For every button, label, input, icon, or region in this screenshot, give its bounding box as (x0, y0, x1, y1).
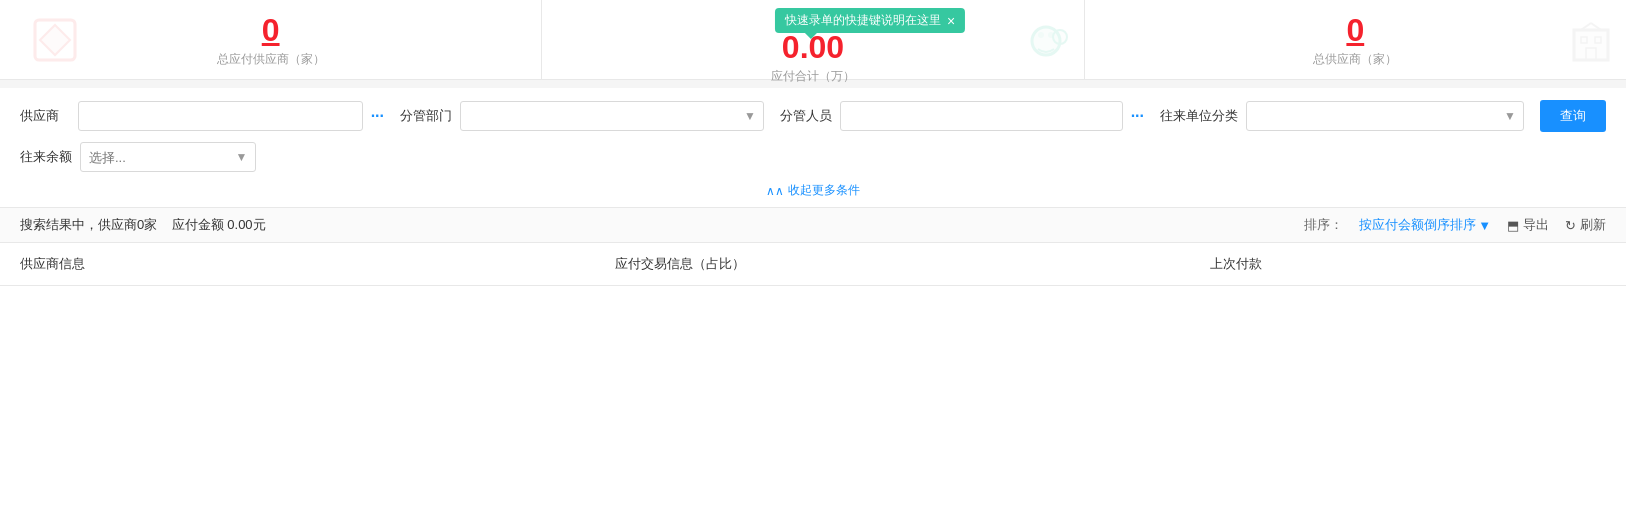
stat-suppliers-number[interactable]: 0 (1313, 11, 1397, 49)
export-icon: ⬒ (1507, 218, 1519, 233)
filter-row-2: 往来余额 ▼ (20, 142, 1606, 172)
col-payment-header: 上次付款 (1210, 255, 1607, 273)
export-label: 导出 (1523, 216, 1549, 234)
collapse-up-icon: ∧∧ (766, 184, 784, 198)
building-icon (1566, 15, 1616, 65)
stat-payable-total: 快速录单的快捷键说明在这里 × 0.00 应付合计（万） (542, 0, 1084, 79)
supplier-ellipsis[interactable]: ··· (371, 107, 384, 125)
svg-point-5 (1048, 32, 1054, 38)
svg-marker-1 (40, 25, 70, 55)
stat-payable-label: 总应付供应商（家） (217, 51, 325, 68)
svg-point-3 (1053, 30, 1067, 44)
department-input[interactable] (460, 101, 764, 131)
tooltip-text: 快速录单的快捷键说明在这里 (785, 12, 941, 29)
sort-select[interactable]: 按应付会额倒序排序 ▼ (1359, 216, 1491, 234)
filter-supplier: 供应商 ··· (20, 101, 384, 131)
unit-type-label: 往来单位分类 (1160, 107, 1238, 125)
department-dropdown-icon: ▼ (744, 109, 756, 123)
refresh-label: 刷新 (1580, 216, 1606, 234)
tooltip-close-button[interactable]: × (947, 14, 955, 28)
department-input-wrapper: ▼ (460, 101, 764, 131)
result-amount: 应付金额 0.00元 (172, 217, 266, 232)
unit-type-input-wrapper: ▼ (1246, 101, 1524, 131)
sort-chevron-icon: ▼ (1478, 218, 1491, 233)
export-button[interactable]: ⬒ 导出 (1507, 216, 1549, 234)
result-bar: 搜索结果中，供应商0家 应付金额 0.00元 排序： 按应付会额倒序排序 ▼ ⬒… (0, 208, 1626, 243)
balance-input[interactable] (80, 142, 256, 172)
sort-value: 按应付会额倒序排序 (1359, 216, 1476, 234)
filter-section: 供应商 ··· 分管部门 ▼ 分管人员 ··· 往来单位分类 (0, 88, 1626, 208)
balance-input-wrapper: ▼ (80, 142, 256, 172)
diamond-icon (30, 15, 80, 65)
refresh-icon: ↻ (1565, 218, 1576, 233)
top-stats-bar: 0 总应付供应商（家） 快速录单的快捷键说明在这里 × 0.00 应付合计（万） (0, 0, 1626, 80)
stat-suppliers-label: 总供应商（家） (1313, 51, 1397, 68)
collapse-row: ∧∧ 收起更多条件 (20, 182, 1606, 199)
filter-row-1: 供应商 ··· 分管部门 ▼ 分管人员 ··· 往来单位分类 (20, 100, 1606, 132)
result-actions: 排序： 按应付会额倒序排序 ▼ ⬒ 导出 ↻ 刷新 (1304, 216, 1606, 234)
person-ellipsis[interactable]: ··· (1131, 107, 1144, 125)
department-label: 分管部门 (400, 107, 452, 125)
col-supplier-header: 供应商信息 (20, 255, 615, 273)
tooltip-bubble: 快速录单的快捷键说明在这里 × (775, 8, 965, 33)
table-body (0, 286, 1626, 515)
svg-point-4 (1038, 32, 1044, 38)
query-button[interactable]: 查询 (1540, 100, 1606, 132)
person-input-wrapper (840, 101, 1123, 131)
person-input[interactable] (840, 101, 1123, 131)
balance-dropdown-icon: ▼ (236, 150, 248, 164)
person-label: 分管人员 (780, 107, 832, 125)
pig-icon (1024, 15, 1074, 65)
result-info: 搜索结果中，供应商0家 应付金额 0.00元 (20, 216, 266, 234)
stat-payable-number[interactable]: 0 (217, 11, 325, 49)
sort-label: 排序： (1304, 216, 1343, 234)
refresh-button[interactable]: ↻ 刷新 (1565, 216, 1606, 234)
collapse-button[interactable]: ∧∧ 收起更多条件 (766, 182, 860, 199)
table-header: 供应商信息 应付交易信息（占比） 上次付款 (0, 243, 1626, 286)
filter-department: 分管部门 ▼ (400, 101, 764, 131)
filter-unit-type: 往来单位分类 ▼ (1160, 101, 1524, 131)
collapse-label: 收起更多条件 (788, 182, 860, 199)
svg-rect-6 (1574, 30, 1608, 60)
unit-type-dropdown-icon: ▼ (1504, 109, 1516, 123)
stat-total-payable-suppliers: 0 总应付供应商（家） (0, 0, 542, 79)
filter-person: 分管人员 ··· (780, 101, 1144, 131)
result-text: 搜索结果中，供应商0家 (20, 217, 157, 232)
balance-label: 往来余额 (20, 148, 72, 166)
stat-total-label: 应付合计（万） (771, 68, 855, 85)
supplier-input[interactable] (78, 101, 363, 131)
col-transaction-header: 应付交易信息（占比） (615, 255, 1210, 273)
unit-type-input[interactable] (1246, 101, 1524, 131)
supplier-input-wrapper (78, 101, 363, 131)
stat-total-suppliers: 0 总供应商（家） (1085, 0, 1626, 79)
filter-balance: 往来余额 ▼ (20, 142, 256, 172)
supplier-label: 供应商 (20, 107, 70, 125)
